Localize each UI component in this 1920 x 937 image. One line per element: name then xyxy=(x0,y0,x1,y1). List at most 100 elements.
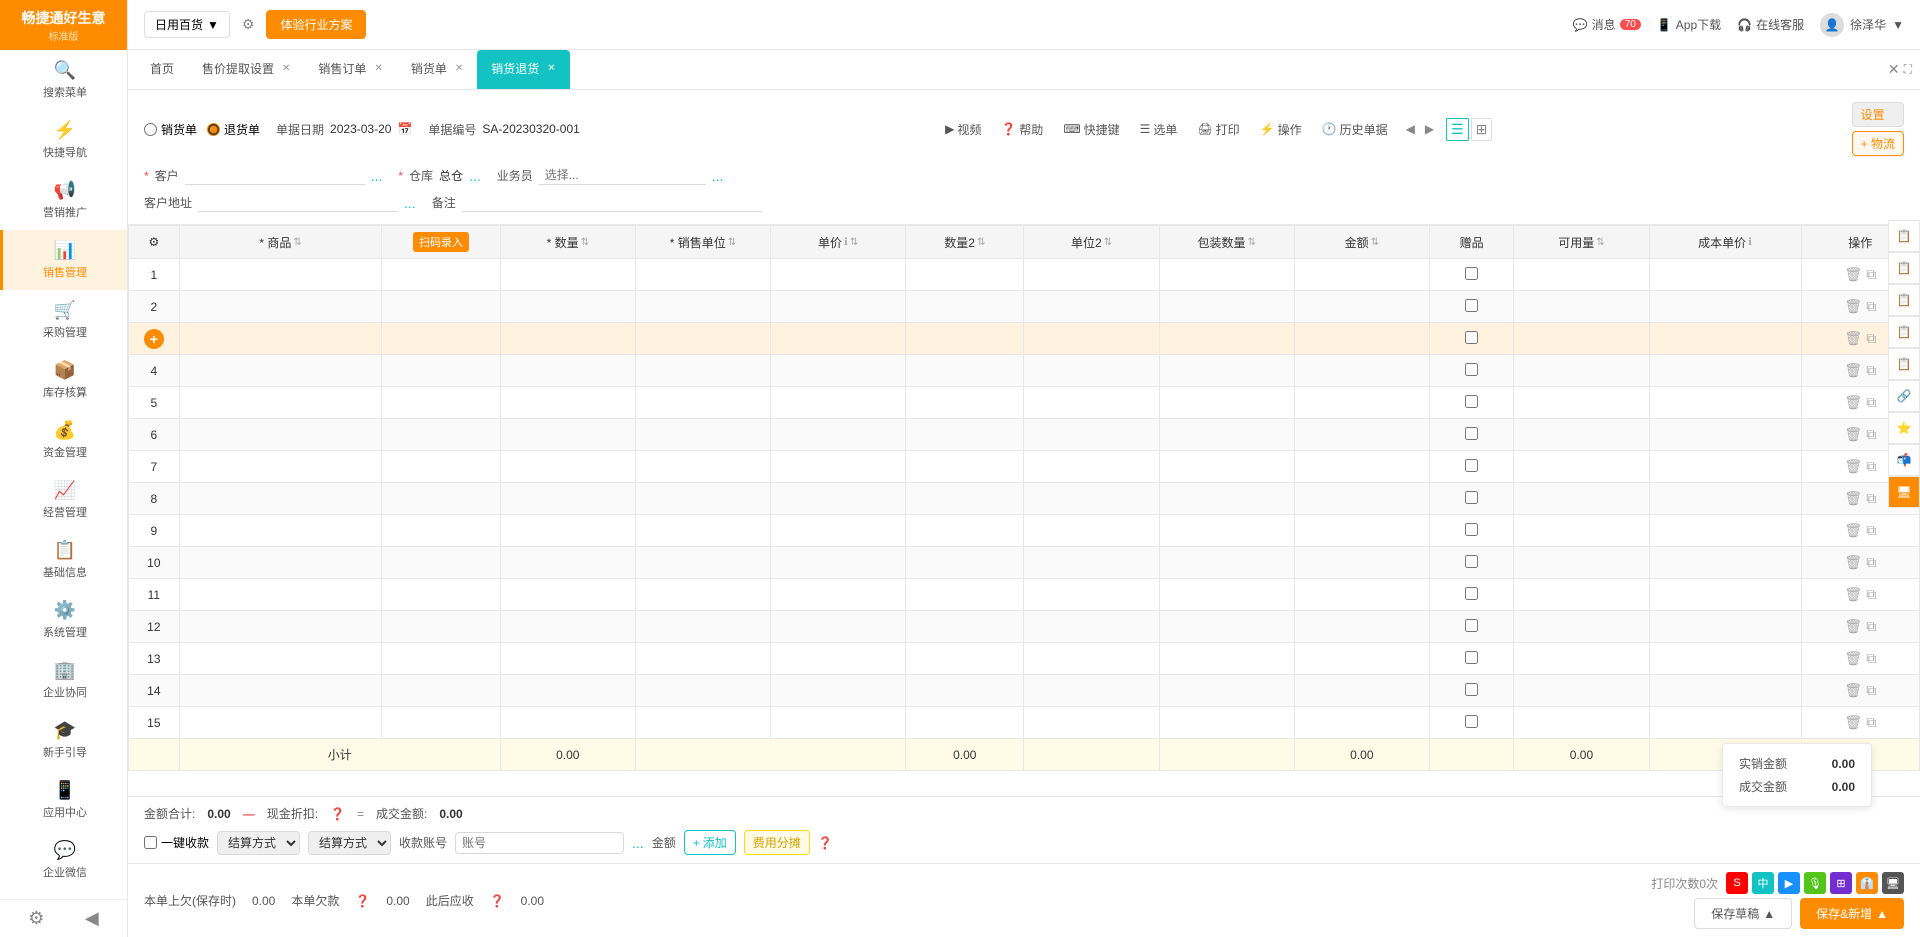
r-icon-3[interactable]: 📋 xyxy=(1888,284,1920,316)
data-cell[interactable] xyxy=(1024,579,1159,611)
gift-checkbox[interactable] xyxy=(1465,491,1478,504)
settings-btn[interactable]: 设置 xyxy=(1852,102,1904,127)
account-input[interactable] xyxy=(455,832,624,854)
data-cell[interactable] xyxy=(1294,579,1429,611)
data-cell[interactable] xyxy=(906,387,1024,419)
tab-sale-return[interactable]: 销货退货 ✕ xyxy=(477,50,569,89)
data-cell[interactable] xyxy=(1024,451,1159,483)
data-cell[interactable] xyxy=(1429,387,1513,419)
sidebar-item-inventory[interactable]: 📦 库存核算 xyxy=(0,350,127,410)
data-cell[interactable] xyxy=(1429,515,1513,547)
data-cell[interactable] xyxy=(771,675,906,707)
add-row-btn[interactable]: + xyxy=(144,329,164,349)
data-cell[interactable] xyxy=(1024,483,1159,515)
sidebar-item-system[interactable]: ⚙️ 系统管理 xyxy=(0,590,127,650)
data-cell[interactable] xyxy=(1024,611,1159,643)
data-cell[interactable] xyxy=(635,451,770,483)
data-cell[interactable] xyxy=(1514,547,1649,579)
product-cell[interactable] xyxy=(179,611,382,643)
data-cell[interactable] xyxy=(906,611,1024,643)
qty2-sort-icon[interactable]: ⇅ xyxy=(977,237,985,248)
account-select-btn[interactable]: ... xyxy=(632,835,644,851)
r-icon-7[interactable]: ⭐ xyxy=(1888,412,1920,444)
price-info-icon[interactable]: ℹ xyxy=(844,237,848,248)
copy-row-btn[interactable]: ⧉ xyxy=(1866,298,1876,315)
col-scan[interactable]: 扫码录入 xyxy=(382,226,500,259)
shortcut-btn[interactable]: ⌨ 快捷键 xyxy=(1057,119,1125,140)
data-cell[interactable] xyxy=(1294,515,1429,547)
product-sort-icon[interactable]: ⇅ xyxy=(293,237,301,248)
online-service-item[interactable]: 🎧 在线客服 xyxy=(1737,16,1804,33)
data-cell[interactable] xyxy=(1429,355,1513,387)
sidebar-item-search[interactable]: 🔍 搜索菜单 xyxy=(0,50,127,110)
sidebar-item-app[interactable]: 📱 应用中心 xyxy=(0,770,127,830)
sidebar-item-enterprise[interactable]: 🏢 企业协同 xyxy=(0,650,127,710)
data-cell[interactable] xyxy=(635,323,770,355)
customer-select-btn[interactable]: ... xyxy=(371,168,383,184)
data-cell[interactable] xyxy=(906,291,1024,323)
data-cell[interactable] xyxy=(382,387,500,419)
radio-return[interactable] xyxy=(207,123,220,136)
add-payment-btn[interactable]: + 添加 xyxy=(684,830,736,855)
data-cell[interactable] xyxy=(1294,323,1429,355)
data-cell[interactable] xyxy=(1429,419,1513,451)
data-cell[interactable] xyxy=(1159,611,1294,643)
delete-row-btn[interactable]: 🗑 xyxy=(1844,298,1862,315)
r-icon-4[interactable]: 📋 xyxy=(1888,316,1920,348)
gift-checkbox[interactable] xyxy=(1465,683,1478,696)
data-cell[interactable] xyxy=(1514,643,1649,675)
data-cell[interactable] xyxy=(382,355,500,387)
data-cell[interactable] xyxy=(771,515,906,547)
copy-row-btn[interactable]: ⧉ xyxy=(1866,682,1876,699)
data-cell[interactable] xyxy=(1159,675,1294,707)
gift-checkbox[interactable] xyxy=(1465,299,1478,312)
user-info[interactable]: 👤 徐泽华 ▼ xyxy=(1820,13,1904,37)
tab-sale-order-close[interactable]: ✕ xyxy=(374,63,382,74)
data-cell[interactable] xyxy=(1159,707,1294,739)
data-cell[interactable] xyxy=(382,579,500,611)
data-cell[interactable] xyxy=(1514,291,1649,323)
delete-row-btn[interactable]: 🗑 xyxy=(1844,618,1862,635)
sidebar-item-wechat[interactable]: 💬 企业微信 xyxy=(0,830,127,890)
copy-row-btn[interactable]: ⧉ xyxy=(1866,266,1876,283)
print-btn[interactable]: 🖨 打印 xyxy=(1191,119,1245,140)
product-cell[interactable] xyxy=(179,579,382,611)
data-cell[interactable] xyxy=(500,707,635,739)
radio-return-item[interactable]: 退货单 xyxy=(207,121,260,138)
expense-btn[interactable]: 费用分摊 xyxy=(744,830,810,855)
price-sort-icon[interactable]: ⇅ xyxy=(850,237,858,248)
data-cell[interactable] xyxy=(635,579,770,611)
operate-btn[interactable]: ⚡ 操作 xyxy=(1254,119,1308,140)
product-cell[interactable] xyxy=(179,643,382,675)
data-cell[interactable] xyxy=(635,515,770,547)
data-cell[interactable] xyxy=(500,515,635,547)
data-cell[interactable] xyxy=(1024,643,1159,675)
data-cell[interactable] xyxy=(906,355,1024,387)
data-cell[interactable] xyxy=(906,259,1024,291)
tab-maximize-icon[interactable]: ⛶ xyxy=(1904,62,1912,77)
product-cell[interactable] xyxy=(179,291,382,323)
data-cell[interactable] xyxy=(635,547,770,579)
data-cell[interactable] xyxy=(771,259,906,291)
data-cell[interactable] xyxy=(1159,259,1294,291)
data-cell[interactable] xyxy=(771,419,906,451)
note-input[interactable] xyxy=(462,193,762,212)
data-cell[interactable] xyxy=(1514,579,1649,611)
data-cell[interactable] xyxy=(1429,323,1513,355)
data-cell[interactable] xyxy=(1024,387,1159,419)
r-icon-1[interactable]: 📋 xyxy=(1888,220,1920,252)
data-cell[interactable] xyxy=(906,579,1024,611)
address-select-btn[interactable]: ... xyxy=(404,195,416,211)
data-cell[interactable] xyxy=(635,707,770,739)
product-cell[interactable] xyxy=(179,515,382,547)
customer-input[interactable] xyxy=(185,166,365,185)
data-cell[interactable] xyxy=(1514,419,1649,451)
data-cell[interactable] xyxy=(1159,355,1294,387)
data-cell[interactable] xyxy=(1429,483,1513,515)
select-btn[interactable]: ☰ 选单 xyxy=(1134,119,1184,140)
tab-sale-order[interactable]: 销售订单 ✕ xyxy=(304,50,396,89)
r-icon-2[interactable]: 📋 xyxy=(1888,252,1920,284)
data-cell[interactable] xyxy=(635,419,770,451)
data-cell[interactable] xyxy=(500,611,635,643)
help-btn[interactable]: ❓ 帮助 xyxy=(995,119,1049,140)
